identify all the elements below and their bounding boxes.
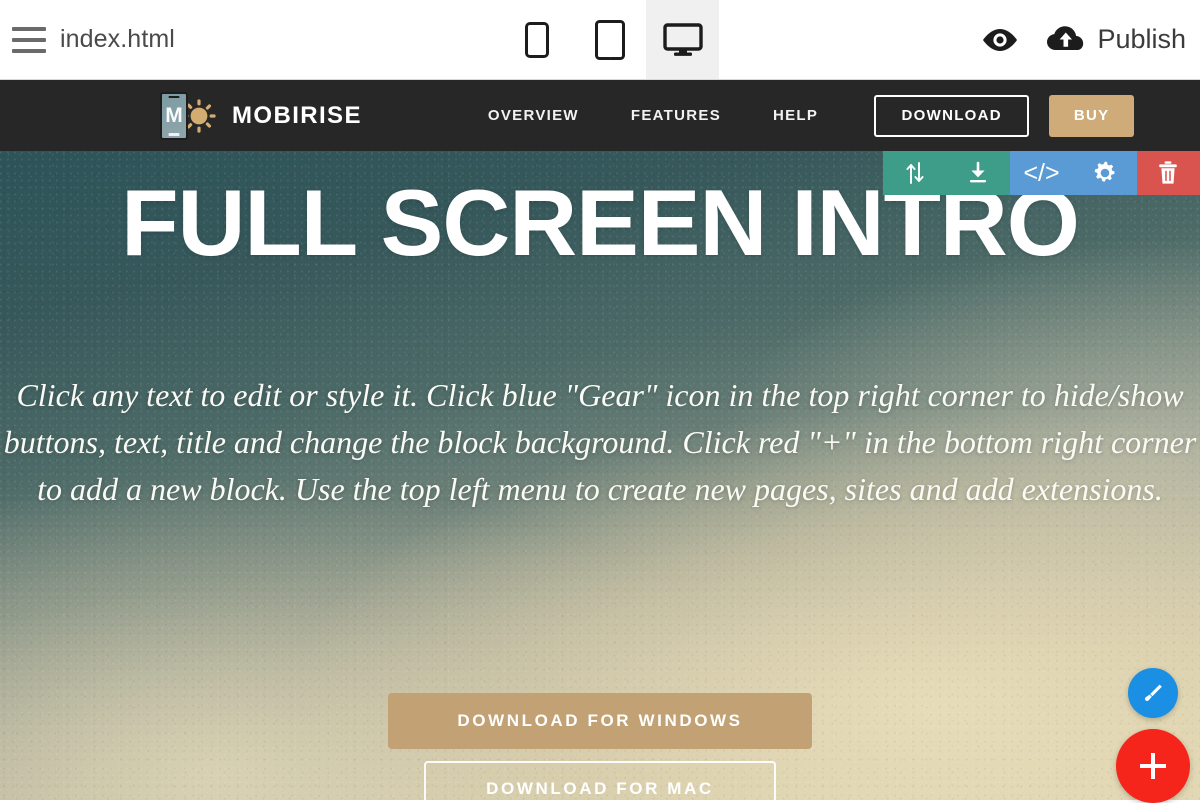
site-navbar: M MOBIRISE OVERVIEW FEATURES HELP DOWNLO… [0,80,1200,151]
hamburger-menu-icon[interactable] [12,26,46,53]
code-brackets-icon: </> [1023,158,1060,187]
download-mac-button[interactable]: DOWNLOAD FOR MAC [424,761,776,800]
nav-buy-button[interactable]: BUY [1049,94,1135,137]
block-toolbar: </> [883,151,1200,195]
editor-actions: Publish [980,0,1186,79]
tablet-icon [594,19,625,60]
hamburger-bar [12,48,46,53]
block-save-button[interactable] [946,151,1010,195]
paintbrush-icon [1144,684,1162,702]
nav-link-features[interactable]: FEATURES [605,107,747,124]
block-delete-button[interactable] [1136,151,1200,195]
navbar-links: OVERVIEW FEATURES HELP DOWNLOAD BUY [462,94,1135,137]
hamburger-bar [12,37,46,42]
hero-paragraph[interactable]: Click any text to edit or style it. Clic… [0,372,1200,513]
device-button-desktop[interactable] [646,0,719,79]
hero-content: FULL SCREEN INTRO Click any text to edit… [0,151,1200,800]
hero-cta-group: DOWNLOAD FOR WINDOWS DOWNLOAD FOR MAC [0,693,1200,800]
brand-name: MOBIRISE [232,101,362,129]
device-preview-switcher [500,0,719,79]
logo-letter: M [165,104,183,127]
nav-link-help[interactable]: HELP [747,107,844,124]
nav-link-overview[interactable]: OVERVIEW [462,107,605,124]
publish-button[interactable]: Publish [1046,24,1186,55]
preview-button[interactable] [980,27,1020,53]
device-button-tablet[interactable] [573,0,646,79]
style-fab-button[interactable] [1128,668,1178,718]
block-code-button[interactable]: </> [1009,151,1074,195]
trash-can-icon [1159,161,1178,184]
editor-top-bar: index.html Publish [0,0,1200,80]
cloud-upload-icon [1047,25,1084,50]
desktop-monitor-icon [662,22,703,56]
download-arrow-icon [970,161,987,183]
brand-logo[interactable]: M MOBIRISE [157,91,362,140]
move-up-down-arrows-icon [906,162,924,184]
block-move-button[interactable] [883,151,947,195]
device-button-mobile[interactable] [500,0,573,79]
mobile-phone-icon [524,21,549,58]
gear-icon [1094,161,1115,182]
eye-icon [983,28,1018,51]
download-windows-button[interactable]: DOWNLOAD FOR WINDOWS [388,693,812,749]
plus-icon-vertical [1151,753,1155,779]
add-block-fab-button[interactable] [1116,729,1190,803]
publish-label: Publish [1097,24,1186,54]
nav-download-button[interactable]: DOWNLOAD [874,94,1030,137]
hero-block: FULL SCREEN INTRO Click any text to edit… [0,151,1200,800]
hamburger-bar [12,26,46,31]
block-settings-button[interactable] [1073,151,1137,195]
logo-phone-shape: M [160,91,188,140]
document-title: index.html [60,25,175,53]
mobirise-logo-icon: M [157,91,216,140]
